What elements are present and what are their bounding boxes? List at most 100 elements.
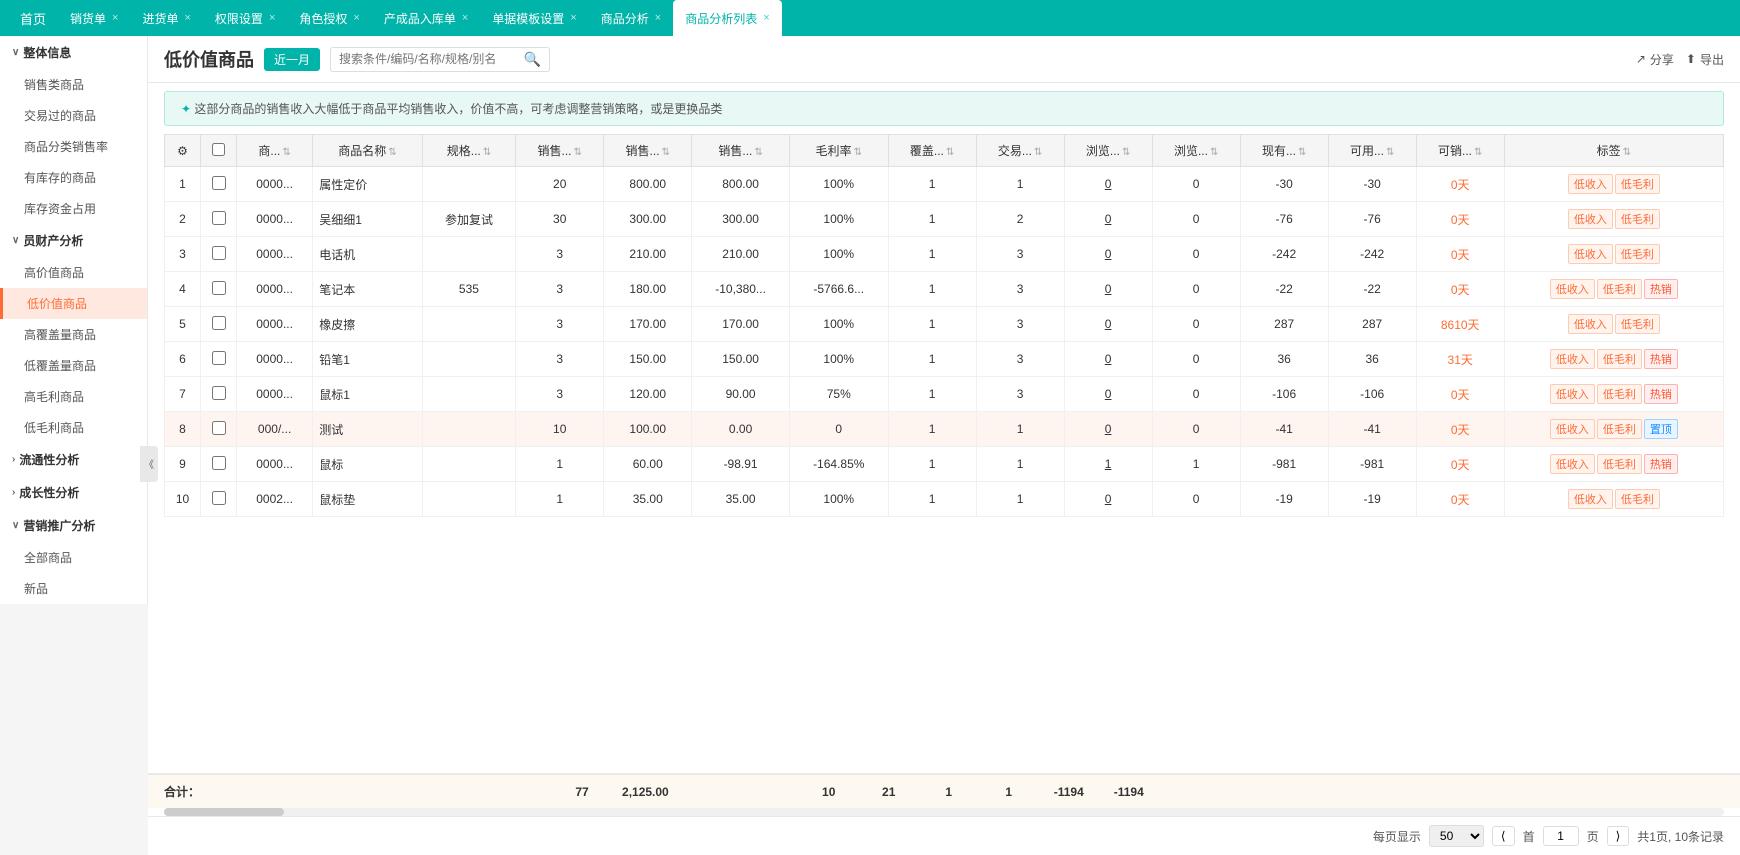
chevron-down-icon: ∨ [12,235,19,246]
view1-link[interactable]: 0 [1105,422,1112,436]
tag-badge: 低收入 [1550,384,1595,404]
row-view1[interactable]: 0 [1064,307,1152,342]
filter-recent-month-button[interactable]: 近一月 [264,48,320,71]
sidebar-item-new-goods[interactable]: 新品 [0,573,147,604]
sidebar-section-overall[interactable]: ∨ 整体信息 [0,36,147,69]
row-checkbox[interactable] [212,316,226,330]
sidebar-item-category-sales-rate[interactable]: 商品分类销售率 [0,131,147,162]
row-view1[interactable]: 0 [1064,237,1152,272]
horizontal-scrollbar[interactable] [164,808,1724,816]
row-margin: 75% [789,377,888,412]
view1-link[interactable]: 0 [1105,352,1112,366]
sidebar-collapse-button[interactable]: 《 [140,446,158,482]
view1-link[interactable]: 0 [1105,387,1112,401]
sidebar-item-traded-goods[interactable]: 交易过的商品 [0,100,147,131]
nav-permissions[interactable]: 权限设置 × [203,0,287,36]
row-checkbox[interactable] [212,211,226,225]
first-page-button[interactable]: ⟨ [1492,826,1515,846]
row-tags: 低收入低毛利 [1504,167,1723,202]
row-checkbox[interactable] [212,246,226,260]
close-icon[interactable]: × [655,12,661,24]
row-saleable: 0天 [1416,482,1504,517]
close-icon[interactable]: × [462,12,468,24]
sidebar-section-marketing[interactable]: ∨ 营销推广分析 [0,509,147,542]
sidebar-section-growth[interactable]: › 成长性分析 [0,476,147,509]
row-checkbox[interactable] [212,281,226,295]
view1-link[interactable]: 1 [1105,457,1112,471]
tag-badge: 置顶 [1644,419,1678,439]
sidebar-section-asset-analysis[interactable]: ∨ 员财产分析 [0,224,147,257]
row-saleable: 31天 [1416,342,1504,377]
row-sales-price: -98.91 [692,447,790,482]
close-icon[interactable]: × [353,12,359,24]
view1-link[interactable]: 0 [1105,492,1112,506]
row-view1[interactable]: 0 [1064,272,1152,307]
row-checkbox[interactable] [212,491,226,505]
row-view1[interactable]: 0 [1064,167,1152,202]
sidebar-item-low-coverage[interactable]: 低覆盖量商品 [0,350,147,381]
row-code: 0000... [237,307,313,342]
row-view1[interactable]: 0 [1064,202,1152,237]
view1-link[interactable]: 0 [1105,212,1112,226]
col-view1: 浏览...⇅ [1064,135,1152,167]
row-code: 0000... [237,167,313,202]
next-page-button[interactable]: ⟩ [1607,826,1630,846]
col-code: 商...⇅ [237,135,313,167]
sidebar-item-sales-goods[interactable]: 销售类商品 [0,69,147,100]
row-view1[interactable]: 0 [1064,412,1152,447]
nav-product-analysis-list[interactable]: 商品分析列表 × [673,0,781,36]
nav-sales-order[interactable]: 销货单 × [58,0,130,36]
row-checkbox[interactable] [212,386,226,400]
row-view1[interactable]: 0 [1064,342,1152,377]
export-button[interactable]: ⬆ 导出 [1686,51,1724,68]
close-icon[interactable]: × [763,12,769,24]
close-icon[interactable]: × [570,12,576,24]
row-checkbox[interactable] [212,176,226,190]
row-checkbox[interactable] [212,421,226,435]
row-view1[interactable]: 0 [1064,377,1152,412]
view1-link[interactable]: 0 [1105,317,1112,331]
close-icon[interactable]: × [184,12,190,24]
nav-template-settings[interactable]: 单据模板设置 × [480,0,588,36]
tag-badge: 低收入 [1550,419,1595,439]
page-size-select[interactable]: 50 100 200 [1429,825,1484,847]
close-icon[interactable]: × [269,12,275,24]
share-button[interactable]: ↗ 分享 [1636,51,1674,68]
row-current: 36 [1240,342,1328,377]
row-current: -76 [1240,202,1328,237]
scrollbar-thumb[interactable] [164,808,284,816]
row-margin: 100% [789,202,888,237]
sidebar-item-high-margin[interactable]: 高毛利商品 [0,381,147,412]
row-checkbox[interactable] [212,456,226,470]
page-number-input[interactable] [1543,826,1579,846]
nav-role-auth[interactable]: 角色授权 × [287,0,371,36]
col-view2: 浏览...⇅ [1152,135,1240,167]
search-icon[interactable]: 🔍 [524,51,541,68]
view1-link[interactable]: 0 [1105,282,1112,296]
sidebar-item-inventory-capital[interactable]: 库存资金占用 [0,193,147,224]
row-number: 8 [165,412,201,447]
nav-product-stock[interactable]: 产成品入库单 × [372,0,480,36]
sidebar-item-high-value[interactable]: 高价值商品 [0,257,147,288]
nav-product-analysis[interactable]: 商品分析 × [589,0,673,36]
col-settings[interactable]: ⚙ [165,135,201,167]
sidebar-item-in-stock-goods[interactable]: 有库存的商品 [0,162,147,193]
nav-home[interactable]: 首页 [8,0,58,36]
select-all-checkbox[interactable] [212,143,225,156]
search-input[interactable] [339,52,524,66]
sidebar-section-liquidity[interactable]: › 流通性分析 [0,443,147,476]
close-icon[interactable]: × [112,12,118,24]
sidebar-item-all-goods[interactable]: 全部商品 [0,542,147,573]
col-checkbox[interactable] [201,135,237,167]
nav-purchase-order[interactable]: 进货单 × [130,0,202,36]
row-view1[interactable]: 1 [1064,447,1152,482]
sidebar-item-high-coverage[interactable]: 高覆盖量商品 [0,319,147,350]
row-view1[interactable]: 0 [1064,482,1152,517]
view1-link[interactable]: 0 [1105,177,1112,191]
row-sales-qty: 10 [516,412,604,447]
view1-link[interactable]: 0 [1105,247,1112,261]
sidebar-item-low-margin[interactable]: 低毛利商品 [0,412,147,443]
sidebar-item-low-value[interactable]: 低价值商品 [0,288,147,319]
row-checkbox[interactable] [212,351,226,365]
table-row: 70000...鼠标13120.0090.0075%1300-106-1060天… [165,377,1724,412]
